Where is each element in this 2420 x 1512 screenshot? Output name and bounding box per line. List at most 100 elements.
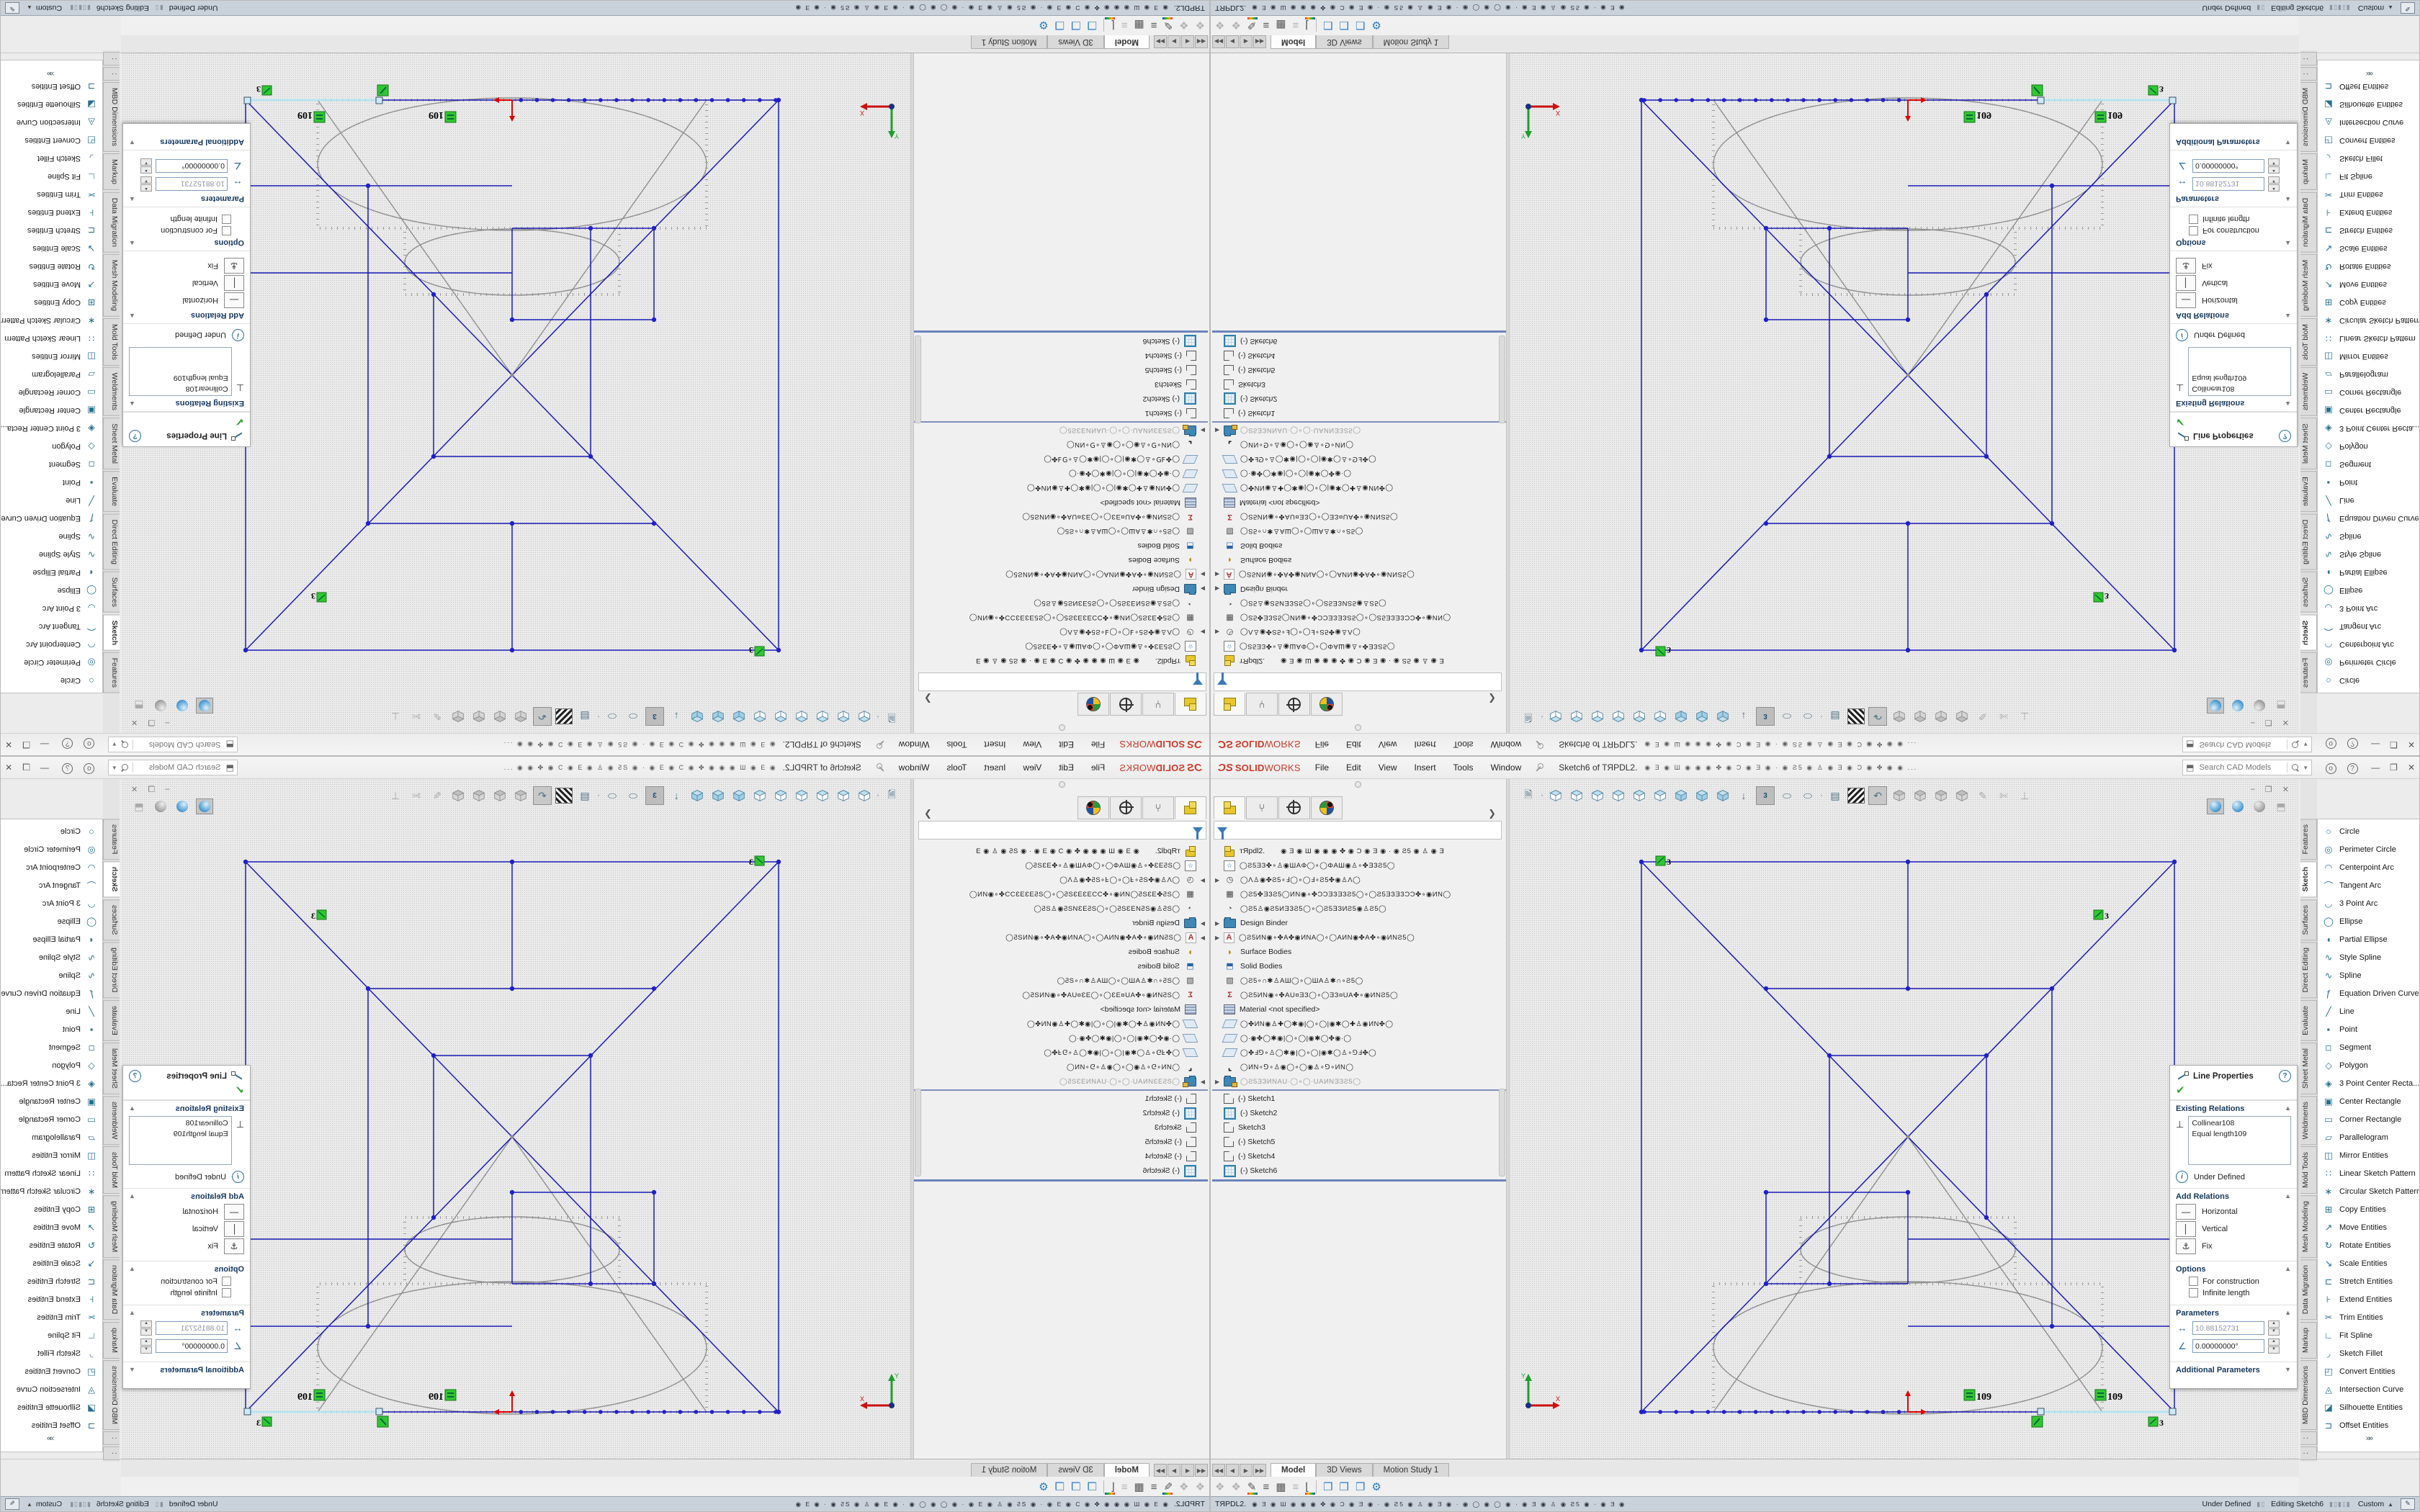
pen-rainbow-icon[interactable]: ✎ <box>1164 1480 1173 1493</box>
doc-check-icon[interactable]: ❒ <box>1323 19 1332 32</box>
tab-featuremanager[interactable] <box>1175 693 1206 716</box>
tab-configurationmanager[interactable] <box>1278 796 1310 819</box>
tool-mirror-entities[interactable]: ◫Mirror Entities <box>0 1146 102 1164</box>
prev-tab-button[interactable]: ◀ <box>1181 35 1194 48</box>
cube-gray-icon[interactable] <box>1953 708 1971 725</box>
option-infinite-length[interactable]: Infinite length <box>2189 1288 2291 1297</box>
cube-solid-icon[interactable] <box>730 787 748 804</box>
next-tab-button[interactable]: ▶ <box>1168 35 1180 48</box>
search-dropdown-icon[interactable]: ▼ <box>112 765 117 771</box>
tool-tangent-arc[interactable]: ⌒Tangent Arc <box>0 876 102 894</box>
collapse-chevron-icon[interactable]: ▲ <box>2285 1265 2291 1274</box>
tree-item[interactable]: ◯∙◉✤◯✱◉|◯∘◯|◉✱◯✤◉∙◯ <box>914 1031 1208 1045</box>
cube-gray-icon[interactable] <box>512 787 529 804</box>
last-tab-button[interactable]: ▶▶ <box>1253 1464 1266 1477</box>
menu-item-insert[interactable]: Insert <box>977 737 1013 752</box>
angle-spinner[interactable]: ▲▼ <box>140 158 152 174</box>
stamp-icon[interactable]: ❖ <box>1231 1480 1240 1493</box>
cube-outline-icon[interactable] <box>1652 787 1669 804</box>
rollback-line[interactable] <box>914 421 1208 423</box>
cube-solid-icon[interactable] <box>1672 708 1690 725</box>
search-icon[interactable] <box>120 762 133 773</box>
tree-item[interactable]: ▶A◯Ƨ5ИN◉∘✤A✤◉ИNA◯∘◯AИN◉✤A✤∘◉ИNƧ5◯ <box>1212 930 1506 945</box>
cube-outline-icon[interactable] <box>772 708 789 725</box>
stamp-icon[interactable]: ❖ <box>1196 1480 1205 1493</box>
stamp-icon[interactable]: ❖ <box>1196 19 1205 32</box>
rollback-line[interactable] <box>1212 1089 1506 1091</box>
doc-check-icon[interactable]: ❒ <box>1323 1480 1332 1493</box>
tool-partial-ellipse[interactable]: ◖Partial Ellipse <box>0 930 102 948</box>
help-icon[interactable]: ? <box>59 762 76 774</box>
cube-outline-icon[interactable] <box>1589 787 1606 804</box>
tree-item[interactable]: ▶◷◯Λ♙◉✤Ƨ5∘Ⅎ◯∘◯Ⅎ∘Ƨ5✤◉♙Λ◯ <box>914 873 1208 887</box>
prev-tab-button[interactable]: ◀ <box>1226 1464 1239 1477</box>
tree-item[interactable]: ⬒Solid Bodies <box>914 539 1208 553</box>
sphere-view-icon[interactable] <box>174 799 190 814</box>
add-relation-fix[interactable]: ⚓Fix <box>129 258 244 274</box>
sphere-view-icon[interactable] <box>174 698 190 713</box>
tool-corner-rectangle[interactable]: ▭Corner Rectangle <box>2318 384 2420 402</box>
relations-listbox[interactable]: Collinear108Equal length109 <box>2188 1116 2291 1165</box>
tree-item[interactable]: ▦◯Ƨ5✤ƎЗƧ5◯ИN◉∘✤ƆƆƎЗƎЗƧ5◯∘◯Ƨ5ƎЗƎЗƆƆ✤∘◉ИN◯ <box>1212 611 1506 625</box>
tree-item[interactable]: ▨◯Ƨ5∘∩✱♙AШ◯∘◯ШA♙✱∩∘Ƨ5◯ <box>914 524 1208 539</box>
tool-centerpoint-arc[interactable]: ◠Centerpoint Arc <box>2318 636 2420 654</box>
expand-arrow-icon[interactable]: ▶ <box>1215 920 1224 927</box>
pen-rainbow-icon[interactable]: ✎ <box>1247 1480 1257 1493</box>
tool-fit-spline[interactable]: ∟Fit Spline <box>0 168 102 186</box>
doc-minimize-icon[interactable]: – <box>165 718 169 727</box>
doc-close-icon[interactable]: ✕ <box>131 785 138 794</box>
expand-arrow-icon[interactable]: ▶ <box>1196 1079 1205 1085</box>
expand-arrow-icon[interactable]: ▶ <box>1196 629 1205 636</box>
tool-scale-entities[interactable]: ↘Scale Entities <box>2318 1254 2420 1272</box>
tool-sketch-fillet[interactable]: ◞Sketch Fillet <box>2318 150 2420 168</box>
doc-check-icon[interactable]: ❒ <box>1087 19 1096 32</box>
gear-icon[interactable]: ⚙ <box>1039 1480 1048 1493</box>
relation-list-item[interactable]: Equal length109 <box>133 372 228 383</box>
length-spinner[interactable]: ▲▼ <box>2268 1320 2280 1336</box>
tree-item-sketch[interactable]: (-) Sketch6 <box>914 334 1208 348</box>
last-tab-button[interactable]: ▶▶ <box>1154 1464 1167 1477</box>
doc-clock-icon[interactable]: ❒ <box>1340 19 1349 32</box>
cm-tab-evaluate[interactable]: Evaluate <box>103 1000 120 1041</box>
tree-item-sketch[interactable]: (-) Sketch2 <box>914 392 1208 406</box>
bars-icon[interactable]: ≡ <box>1263 1481 1269 1493</box>
undo-icon[interactable]: ↶ <box>533 707 552 726</box>
tree-item[interactable]: ⌞◯ИN∘⅁∘♙◉◯∘◯◉♙∘⅁∘ИN◯ <box>914 438 1208 452</box>
tree-scrollbar[interactable] <box>915 336 921 423</box>
cm-tab-evaluate[interactable]: Evaluate <box>103 471 120 512</box>
cube-outline-icon[interactable] <box>1547 787 1564 804</box>
checkbox-icon[interactable] <box>2189 1277 2198 1286</box>
length-field[interactable]: 10.88152731 <box>2192 177 2264 191</box>
account-icon[interactable]: ᴏ <box>2322 739 2339 751</box>
tree-item[interactable]: Material <not specified> <box>1212 495 1506 510</box>
tool-spline[interactable]: ∿Spline <box>2318 966 2420 984</box>
tool-offset-entities[interactable]: ⊐Offset Entities <box>2318 1416 2420 1434</box>
tree-item-sketch[interactable]: (-) Sketch2 <box>914 1106 1208 1120</box>
doc-tab-3d-views[interactable]: 3D Views <box>1316 1463 1372 1477</box>
tool-mirror-entities[interactable]: ◫Mirror Entities <box>0 348 102 366</box>
menu-item-tools[interactable]: Tools <box>939 737 974 752</box>
arrow-down-icon[interactable]: ↓ <box>1735 708 1752 725</box>
bars-dim-icon[interactable]: ≡ <box>1121 1481 1128 1493</box>
doc-restore-icon[interactable]: ❐ <box>148 785 155 794</box>
cube-view-icon[interactable]: ⬒ <box>2273 698 2289 713</box>
vertical-icon[interactable]: │ <box>224 1221 244 1237</box>
tool-silhouette-entities[interactable]: ◪Silhouette Entities <box>0 96 102 114</box>
menu-item-edit[interactable]: Edit <box>1339 760 1368 775</box>
rollback-bar[interactable] <box>914 1179 1208 1182</box>
tool-circle[interactable]: ○Circle <box>2318 822 2420 840</box>
tool-stretch-entities[interactable]: ⊏Stretch Entities <box>0 1272 102 1290</box>
doc-icon[interactable]: 🗎 <box>1520 787 1537 804</box>
doc-restore-icon[interactable]: ❐ <box>148 718 155 727</box>
doc-icon[interactable]: 🗎 <box>883 787 900 804</box>
tool-partial-ellipse[interactable]: ◖Partial Ellipse <box>2318 930 2420 948</box>
rollback-line[interactable] <box>1212 421 1506 423</box>
relations-listbox[interactable]: Collinear108Equal length109 <box>129 1116 232 1165</box>
panel-expand-chevron-icon[interactable]: ❯ <box>924 693 932 704</box>
eye-visibility-icon[interactable] <box>153 799 169 814</box>
tool-partial-ellipse[interactable]: ◖Partial Ellipse <box>0 564 102 582</box>
doc-close-icon[interactable]: ✕ <box>131 718 138 727</box>
cube-view-icon[interactable]: ⬒ <box>131 799 147 814</box>
arrow-down-icon[interactable]: ↓ <box>1735 787 1752 804</box>
ruler-rainbow-icon[interactable]: ⌊ <box>1305 1480 1309 1493</box>
